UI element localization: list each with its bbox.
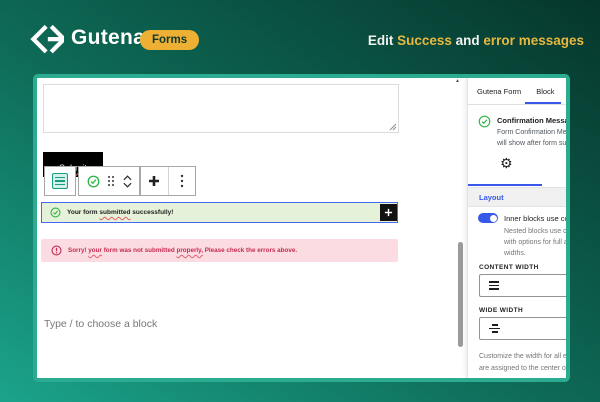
wide-width-icon <box>489 324 500 333</box>
error-text-post: Please check the errors above. <box>202 247 298 254</box>
more-options-icon <box>180 174 183 188</box>
move-down-icon[interactable] <box>122 182 132 188</box>
wide-width-label: WIDE WIDTH <box>479 307 524 314</box>
success-check-icon <box>50 207 61 218</box>
success-text-pre: Your form <box>67 209 100 216</box>
block-card-description-line1: Form Confirmation Me <box>497 129 566 136</box>
inner-blocks-toggle-row: Inner blocks use conte <box>478 213 566 223</box>
forms-badge: Forms <box>140 30 200 50</box>
block-card-description-line2: will show after form su <box>497 140 566 147</box>
success-message-block[interactable]: Your form submitted successfully! <box>41 202 398 223</box>
tab-block[interactable]: Block <box>536 87 554 96</box>
success-message-text: Your form submitted successfully! <box>67 209 173 216</box>
block-type-button[interactable] <box>44 166 76 196</box>
toggle-label: Inner blocks use conte <box>504 213 566 223</box>
error-text-word1: your <box>88 247 102 254</box>
block-inserter-button[interactable] <box>380 204 397 221</box>
error-text-mid: form was not submitted <box>101 247 177 254</box>
confirmation-card-icon <box>478 115 491 128</box>
editor-window: Submit <box>33 74 570 382</box>
title-part-edit: Edit <box>367 33 398 48</box>
success-text-post: successfully! <box>130 209 174 216</box>
success-text-misspelled: submitted <box>99 209 131 216</box>
content-width-label: CONTENT WIDTH <box>479 264 539 271</box>
page-header: Gutena Forms Edit Success and error mess… <box>0 0 600 74</box>
block-card-title: Confirmation Message <box>497 116 566 125</box>
block-appender-placeholder[interactable]: Type / to choose a block <box>44 318 157 330</box>
message-textarea[interactable] <box>43 84 399 133</box>
content-width-icon <box>489 281 499 290</box>
error-message-block[interactable]: Sorry! your form was not submitted prope… <box>41 239 398 262</box>
page-title: Edit Success and error messages <box>368 33 584 48</box>
settings-sidebar: Gutena Form Block Confirmation Message F… <box>467 78 566 378</box>
error-alert-icon <box>51 245 62 256</box>
align-icon <box>149 176 160 186</box>
toggle-description-line2: with options for full and <box>504 239 566 246</box>
brand-name: Gutena <box>71 26 146 49</box>
active-tab-indicator <box>525 101 561 104</box>
scrollbar-up-arrow[interactable]: ▲ <box>455 78 460 84</box>
align-button[interactable] <box>141 167 168 195</box>
sidebar-tabs: Gutena Form Block <box>468 78 566 105</box>
drag-handle-icon[interactable] <box>107 175 115 187</box>
settings-tab-indicator <box>468 184 542 186</box>
block-toolbar-group2 <box>140 166 196 196</box>
tab-gutena-form[interactable]: Gutena Form <box>477 87 521 96</box>
title-part-and: and <box>451 33 484 48</box>
layout-panel-title: Layout <box>479 192 504 202</box>
error-text-word2: properly, <box>176 247 203 254</box>
toggle-description-line3: widths. <box>504 250 526 257</box>
block-toolbar-group <box>78 166 140 196</box>
layout-panel-header[interactable]: Layout <box>468 187 566 207</box>
title-part-error: error messages <box>483 33 584 48</box>
gutena-logo-icon <box>30 24 64 54</box>
scrollbar-thumb[interactable] <box>458 242 463 347</box>
error-text-pre: Sorry! <box>68 247 89 254</box>
error-message-text: Sorry! your form was not submitted prope… <box>68 247 297 254</box>
layout-footer-line2: are assigned to the center or wi <box>479 365 566 372</box>
options-button[interactable] <box>167 167 196 195</box>
toggle-description-line1: Nested blocks use conte <box>504 228 566 235</box>
gutena-form-block-icon <box>52 173 68 189</box>
resize-grip-icon[interactable] <box>389 123 397 131</box>
move-up-icon[interactable] <box>122 174 132 181</box>
content-width-input[interactable] <box>479 274 566 297</box>
layout-footer-line1: Customize the width for all elem <box>479 353 566 360</box>
wide-width-input[interactable] <box>479 317 566 340</box>
settings-gear-icon[interactable]: ⚙ <box>500 157 513 171</box>
content-width-toggle[interactable] <box>478 213 498 223</box>
confirmation-block-icon[interactable] <box>87 175 100 188</box>
title-part-success: Success <box>397 33 452 48</box>
plus-icon <box>384 208 393 217</box>
